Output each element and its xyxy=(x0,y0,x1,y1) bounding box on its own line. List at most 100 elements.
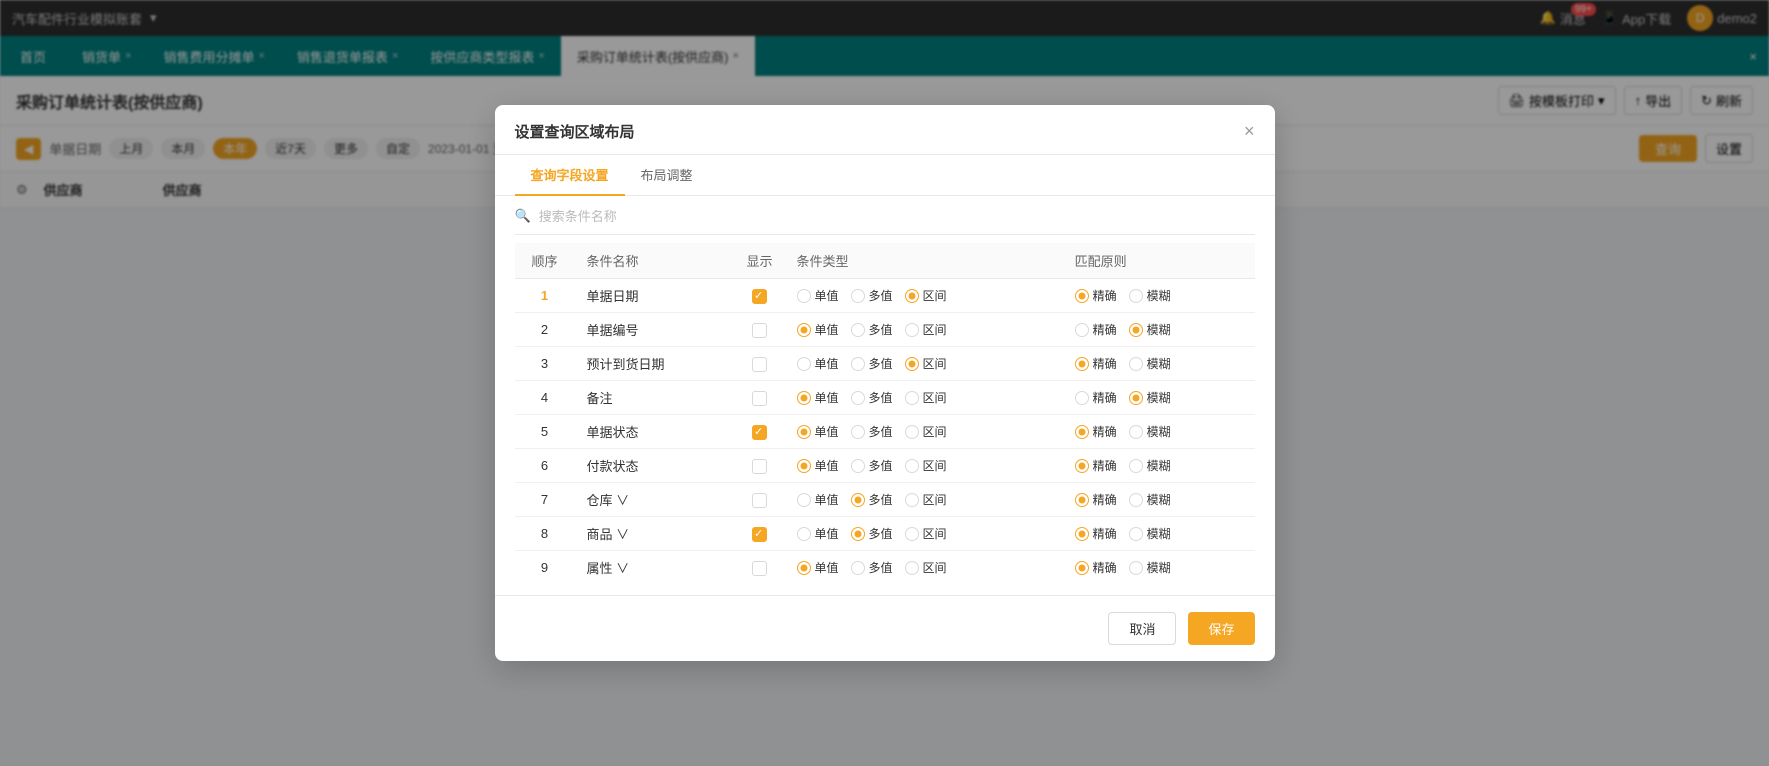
display-cell[interactable] xyxy=(735,551,785,584)
match-radio-模糊[interactable]: 模糊 xyxy=(1129,321,1171,338)
type-cell: 单值多值区间 xyxy=(785,551,1063,584)
match-radio-精确[interactable]: 精确 xyxy=(1075,287,1117,304)
dialog-title: 设置查询区域布局 xyxy=(515,121,635,142)
radio-label: 模糊 xyxy=(1147,287,1171,304)
type-radio-区间[interactable]: 区间 xyxy=(905,491,947,508)
save-button[interactable]: 保存 xyxy=(1188,612,1254,645)
seq-cell: 8 xyxy=(515,517,575,551)
dialog-tab-layout-label: 布局调整 xyxy=(641,168,693,183)
dialog-footer: 取消 保存 xyxy=(495,595,1275,661)
col-seq-header: 顺序 xyxy=(515,243,575,279)
display-checkbox[interactable] xyxy=(752,561,767,576)
type-radio-单值[interactable]: 单值 xyxy=(797,423,839,440)
display-checkbox[interactable] xyxy=(752,425,767,440)
type-radio-区间[interactable]: 区间 xyxy=(905,321,947,338)
radio-dot xyxy=(797,391,811,405)
radio-dot xyxy=(1129,459,1143,473)
type-radio-单值[interactable]: 单值 xyxy=(797,321,839,338)
display-cell[interactable] xyxy=(735,449,785,483)
type-radio-区间[interactable]: 区间 xyxy=(905,287,947,304)
match-cell: 精确 模糊 xyxy=(1063,449,1255,483)
type-radio-单值[interactable]: 单值 xyxy=(797,389,839,406)
radio-dot xyxy=(905,561,919,575)
match-radio-精确[interactable]: 精确 xyxy=(1075,491,1117,508)
match-radio-精确[interactable]: 精确 xyxy=(1075,389,1117,406)
match-radio-模糊[interactable]: 模糊 xyxy=(1129,457,1171,474)
match-radio-模糊[interactable]: 模糊 xyxy=(1129,355,1171,372)
radio-label: 单值 xyxy=(815,355,839,372)
type-radio-单值[interactable]: 单值 xyxy=(797,355,839,372)
match-cell: 精确模糊 xyxy=(1063,551,1255,584)
type-radio-单值[interactable]: 单值 xyxy=(797,559,839,576)
type-radio-多值[interactable]: 多值 xyxy=(851,525,893,542)
match-radio-模糊[interactable]: 模糊 xyxy=(1129,559,1171,576)
type-radio-多值[interactable]: 多值 xyxy=(851,491,893,508)
radio-label: 精确 xyxy=(1093,355,1117,372)
display-cell[interactable] xyxy=(735,313,785,347)
type-radio-多值[interactable]: 多值 xyxy=(851,559,893,576)
display-cell[interactable] xyxy=(735,415,785,449)
dialog-tab-layout[interactable]: 布局调整 xyxy=(625,155,709,196)
type-cell: 单值多值区间 xyxy=(785,517,1063,551)
type-radio-区间[interactable]: 区间 xyxy=(905,525,947,542)
match-radio-精确[interactable]: 精确 xyxy=(1075,559,1117,576)
radio-label: 精确 xyxy=(1093,491,1117,508)
radio-label: 区间 xyxy=(923,491,947,508)
radio-dot xyxy=(797,493,811,507)
radio-dot xyxy=(851,527,865,541)
match-radio-模糊[interactable]: 模糊 xyxy=(1129,423,1171,440)
radio-label: 模糊 xyxy=(1147,457,1171,474)
type-radio-单值[interactable]: 单值 xyxy=(797,525,839,542)
type-radio-区间[interactable]: 区间 xyxy=(905,355,947,372)
match-radio-精确[interactable]: 精确 xyxy=(1075,423,1117,440)
display-checkbox[interactable] xyxy=(752,323,767,338)
radio-dot xyxy=(905,459,919,473)
type-radio-区间[interactable]: 区间 xyxy=(905,457,947,474)
radio-label: 单值 xyxy=(815,559,839,576)
display-cell[interactable] xyxy=(735,279,785,313)
radio-dot xyxy=(797,357,811,371)
type-radio-多值[interactable]: 多值 xyxy=(851,389,893,406)
dialog-tab-query-fields[interactable]: 查询字段设置 xyxy=(515,155,625,196)
type-radio-多值[interactable]: 多值 xyxy=(851,423,893,440)
type-radio-区间[interactable]: 区间 xyxy=(905,559,947,576)
radio-dot xyxy=(797,527,811,541)
type-radio-单值[interactable]: 单值 xyxy=(797,457,839,474)
display-checkbox[interactable] xyxy=(752,391,767,406)
match-radio-精确[interactable]: 精确 xyxy=(1075,457,1117,474)
type-radio-单值[interactable]: 单值 xyxy=(797,491,839,508)
type-radio-单值[interactable]: 单值 xyxy=(797,287,839,304)
cancel-button[interactable]: 取消 xyxy=(1108,612,1176,645)
display-checkbox[interactable] xyxy=(752,289,767,304)
type-radio-区间[interactable]: 区间 xyxy=(905,389,947,406)
match-radio-模糊[interactable]: 模糊 xyxy=(1129,389,1171,406)
search-input[interactable] xyxy=(539,209,1255,224)
display-cell[interactable] xyxy=(735,381,785,415)
radio-label: 单值 xyxy=(815,491,839,508)
match-radio-模糊[interactable]: 模糊 xyxy=(1129,491,1171,508)
dialog-close-button[interactable]: × xyxy=(1244,121,1255,142)
match-radio-模糊[interactable]: 模糊 xyxy=(1129,525,1171,542)
type-radio-区间[interactable]: 区间 xyxy=(905,423,947,440)
display-cell[interactable] xyxy=(735,517,785,551)
match-radio-精确[interactable]: 精确 xyxy=(1075,525,1117,542)
match-radio-模糊[interactable]: 模糊 xyxy=(1129,287,1171,304)
type-radio-多值[interactable]: 多值 xyxy=(851,287,893,304)
match-radio-精确[interactable]: 精确 xyxy=(1075,355,1117,372)
radio-dot xyxy=(905,357,919,371)
display-checkbox[interactable] xyxy=(752,357,767,372)
match-radio-精确[interactable]: 精确 xyxy=(1075,321,1117,338)
radio-dot xyxy=(1129,391,1143,405)
type-radio-多值[interactable]: 多值 xyxy=(851,457,893,474)
type-radio-多值[interactable]: 多值 xyxy=(851,321,893,338)
radio-dot xyxy=(905,323,919,337)
name-cell: 属性 ∨ xyxy=(575,551,735,584)
radio-dot xyxy=(1075,493,1089,507)
type-radio-多值[interactable]: 多值 xyxy=(851,355,893,372)
display-cell[interactable] xyxy=(735,483,785,517)
display-checkbox[interactable] xyxy=(752,527,767,542)
table-header: 顺序 条件名称 显示 条件类型 匹配原则 xyxy=(515,243,1255,279)
display-checkbox[interactable] xyxy=(752,459,767,474)
display-cell[interactable] xyxy=(735,347,785,381)
display-checkbox[interactable] xyxy=(752,493,767,508)
